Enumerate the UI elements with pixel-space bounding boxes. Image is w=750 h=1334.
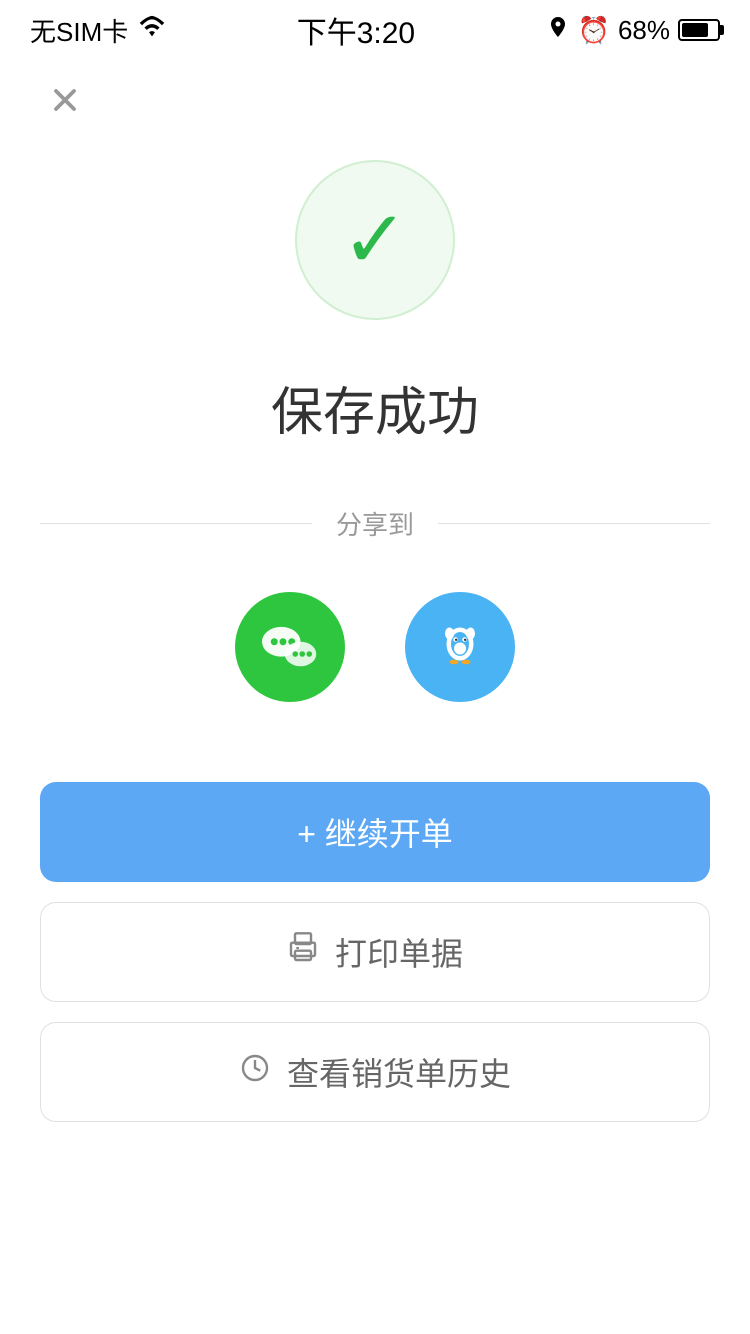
- wifi-icon: [138, 13, 166, 48]
- location-icon: [546, 15, 570, 46]
- alarm-icon: ⏰: [578, 15, 610, 46]
- checkmark-icon: ✓: [341, 200, 408, 280]
- print-label: 打印单据: [335, 929, 463, 975]
- battery-percent: 68%: [618, 15, 670, 46]
- history-button[interactable]: 查看销货单历史: [40, 1022, 710, 1122]
- main-content: ✓ 保存成功 分享到: [0, 60, 750, 1122]
- action-buttons: + 继续开单 打印单据 查看销货单历史: [0, 782, 750, 1122]
- share-divider: 分享到: [0, 505, 750, 542]
- status-left: 无SIM卡: [30, 12, 166, 49]
- status-bar: 无SIM卡 下午3:20 ⏰ 68%: [0, 0, 750, 60]
- close-button[interactable]: [40, 75, 90, 125]
- history-icon: [239, 1052, 271, 1092]
- battery-icon: [678, 19, 720, 41]
- history-label: 查看销货单历史: [287, 1049, 511, 1095]
- qq-share-button[interactable]: [405, 592, 515, 702]
- share-label: 分享到: [312, 505, 438, 542]
- success-title: 保存成功: [271, 370, 479, 445]
- print-icon: [287, 932, 319, 972]
- success-circle: ✓: [295, 160, 455, 320]
- print-button[interactable]: 打印单据: [40, 902, 710, 1002]
- status-time: 下午3:20: [297, 8, 415, 52]
- carrier-text: 无SIM卡: [30, 12, 128, 49]
- wechat-share-button[interactable]: [235, 592, 345, 702]
- share-icons: [235, 592, 515, 702]
- status-right: ⏰ 68%: [546, 15, 720, 46]
- continue-button[interactable]: + 继续开单: [40, 782, 710, 882]
